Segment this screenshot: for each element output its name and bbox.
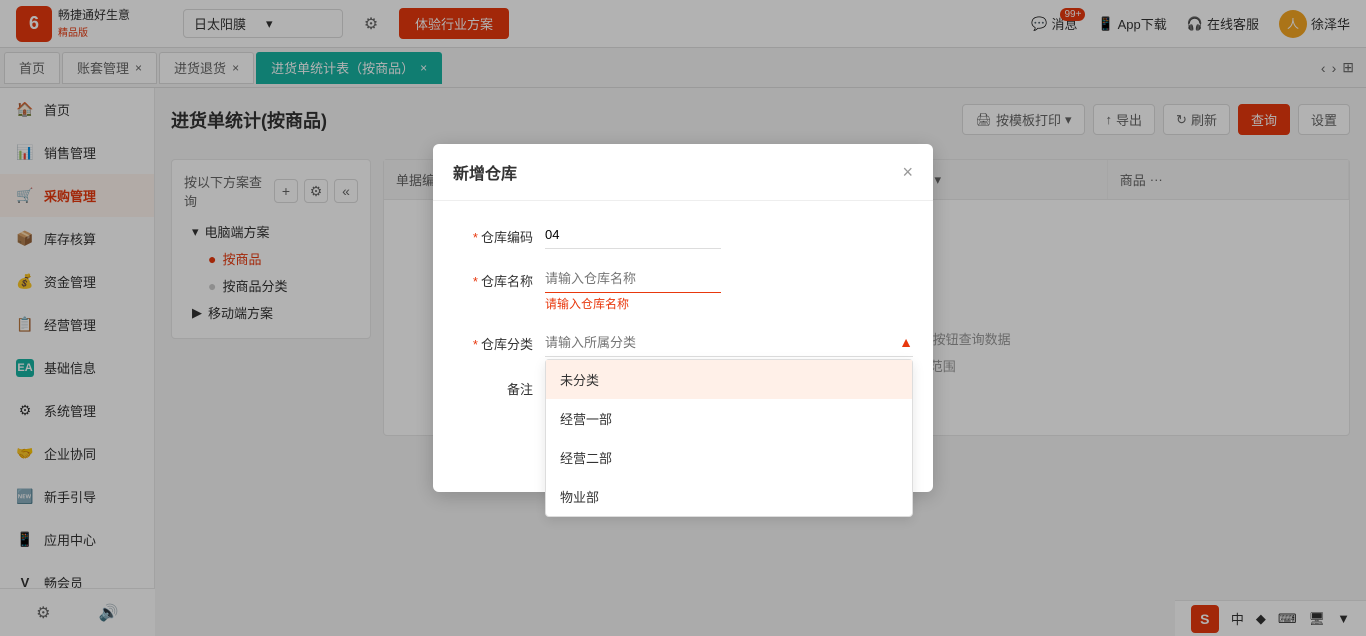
dropdown-item-dept2[interactable]: 经营二部	[546, 438, 912, 477]
warehouse-code-input[interactable]	[545, 221, 721, 249]
form-row-category: 仓库分类 ▲ 未分类 经营一部 经营二部 物业部	[453, 328, 913, 357]
add-warehouse-modal: 新增仓库 × 仓库编码 仓库名称 请输入仓库名称 仓库分类	[433, 144, 933, 492]
modal-body: 仓库编码 仓库名称 请输入仓库名称 仓库分类 ▲	[433, 201, 933, 437]
category-dropdown-arrow-icon: ▲	[899, 334, 913, 350]
form-row-code: 仓库编码	[453, 221, 913, 249]
warehouse-category-label: 仓库分类	[453, 328, 533, 353]
dropdown-item-dept3[interactable]: 物业部	[546, 477, 912, 516]
warehouse-code-label: 仓库编码	[453, 221, 533, 246]
modal-title: 新增仓库	[453, 160, 517, 184]
category-dropdown-list: 未分类 经营一部 经营二部 物业部	[545, 359, 913, 517]
modal-header: 新增仓库 ×	[433, 144, 933, 201]
dropdown-item-dept1[interactable]: 经营一部	[546, 399, 912, 438]
warehouse-category-wrapper: ▲ 未分类 经营一部 经营二部 物业部	[545, 328, 913, 357]
warehouse-code-wrapper	[545, 221, 913, 249]
notes-label: 备注	[453, 373, 533, 398]
warehouse-category-input[interactable]	[545, 335, 899, 350]
warehouse-category-dropdown[interactable]: ▲	[545, 328, 913, 357]
form-row-name: 仓库名称 请输入仓库名称	[453, 265, 913, 312]
modal-backdrop[interactable]: 新增仓库 × 仓库编码 仓库名称 请输入仓库名称 仓库分类	[0, 0, 1366, 636]
dropdown-item-uncategorized[interactable]: 未分类	[546, 360, 912, 399]
modal-close-button[interactable]: ×	[902, 162, 913, 183]
warehouse-name-wrapper: 请输入仓库名称	[545, 265, 913, 312]
warehouse-name-label: 仓库名称	[453, 265, 533, 290]
warehouse-name-error: 请输入仓库名称	[545, 295, 913, 312]
warehouse-name-input[interactable]	[545, 265, 721, 293]
